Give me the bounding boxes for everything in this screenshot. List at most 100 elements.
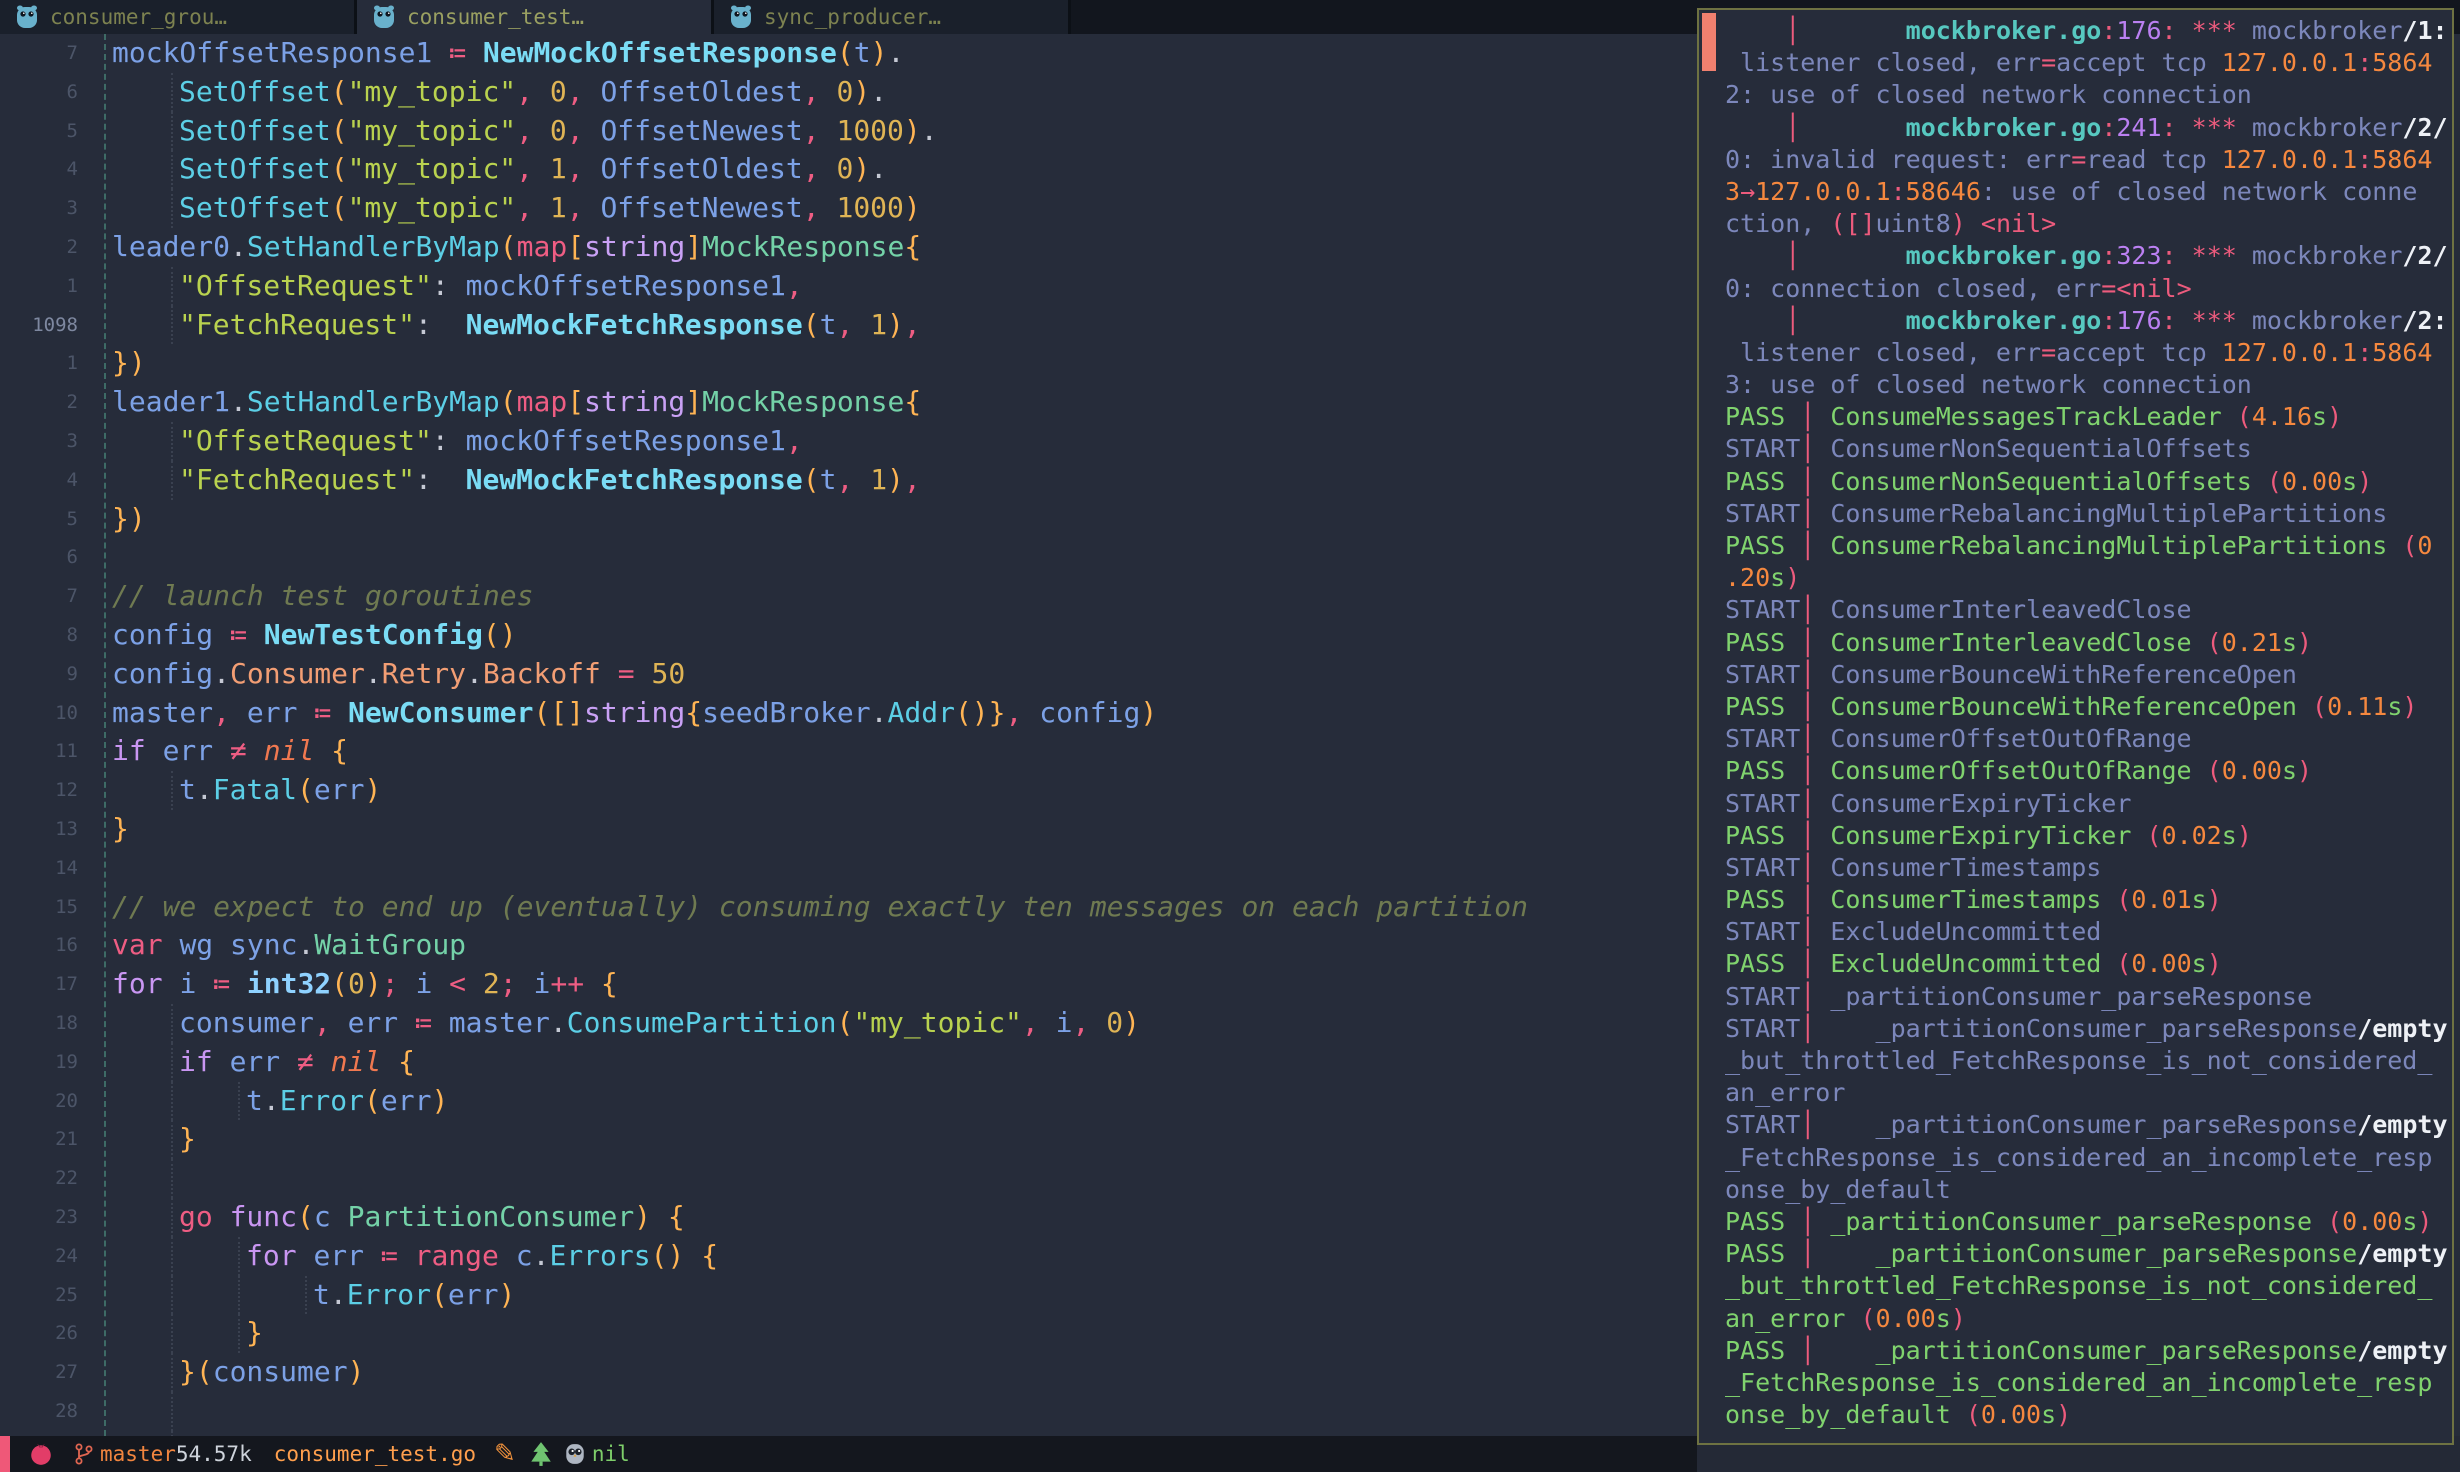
code-line[interactable]: 6SetOffset("my_topic", 0, OffsetOldest, … <box>0 73 1697 112</box>
code-line[interactable]: 16var wg sync.WaitGroup <box>0 926 1697 965</box>
app-window: consumer_grou… consumer_test… sync_produ… <box>0 0 2460 1472</box>
code-line[interactable]: 3"OffsetRequest": mockOffsetResponse1, <box>0 422 1697 461</box>
terminal-line: onse_by_default <box>1725 1174 2452 1206</box>
indent-guide <box>238 1276 240 1315</box>
line-number: 16 <box>0 926 96 965</box>
code-line[interactable]: 19if err ≠ nil { <box>0 1043 1697 1082</box>
code-line[interactable]: 17for i ≔ int32(0); i < 2; i++ { <box>0 965 1697 1004</box>
code-line[interactable]: 18consumer, err ≔ master.ConsumePartitio… <box>0 1004 1697 1043</box>
code-line[interactable]: 13} <box>0 810 1697 849</box>
indent-guide <box>171 1237 173 1276</box>
indent-guide <box>238 1314 240 1353</box>
line-body: } <box>96 810 1697 849</box>
code-text: if err ≠ nil { <box>96 732 1697 771</box>
terminal-line: START│ ConsumerExpiryTicker <box>1725 788 2452 820</box>
line-body: t.Fatal(err) <box>96 771 1697 810</box>
git-branch-name: master <box>100 1442 176 1466</box>
line-number: 6 <box>0 73 96 112</box>
code-line[interactable]: 27}(consumer) <box>0 1353 1697 1392</box>
terminal-line: PASS │ ConsumerInterleavedClose (0.21s) <box>1725 627 2452 659</box>
terminal-panel[interactable]: │ mockbroker.go:176: *** mockbroker/1: l… <box>1697 8 2454 1445</box>
gopher-icon <box>730 5 752 29</box>
line-body: } <box>96 1120 1697 1159</box>
code-line[interactable]: 3SetOffset("my_topic", 1, OffsetNewest, … <box>0 189 1697 228</box>
line-body: } <box>96 1314 1697 1353</box>
code-line[interactable]: 1}) <box>0 344 1697 383</box>
code-text: }(consumer) <box>96 1353 1697 1392</box>
code-line[interactable]: 26} <box>0 1314 1697 1353</box>
code-line[interactable]: 1"OffsetRequest": mockOffsetResponse1, <box>0 267 1697 306</box>
code-line[interactable]: 22 <box>0 1159 1697 1198</box>
line-body: if err ≠ nil { <box>96 1043 1697 1082</box>
code-text: leader1.SetHandlerByMap(map[string]MockR… <box>96 383 1697 422</box>
code-line[interactable]: 14 <box>0 849 1697 888</box>
code-text: t.Error(err) <box>96 1276 1697 1315</box>
line-number: 17 <box>0 965 96 1004</box>
tab-sync-producer[interactable]: sync_producer… <box>714 0 1071 34</box>
tab-consumer-group[interactable]: consumer_grou… <box>0 0 357 34</box>
line-body: master, err ≔ NewConsumer([]string{seedB… <box>96 694 1697 733</box>
line-number: 2 <box>0 383 96 422</box>
code-line[interactable]: 24for err ≔ range c.Errors() { <box>0 1237 1697 1276</box>
terminal-line: PASS │ ConsumerTimestamps (0.01s) <box>1725 884 2452 916</box>
terminal-line: listener closed, err=accept tcp 127.0.0.… <box>1725 337 2452 369</box>
code-line[interactable]: 4"FetchRequest": NewMockFetchResponse(t,… <box>0 461 1697 500</box>
code-line[interactable]: 11if err ≠ nil { <box>0 732 1697 771</box>
code-line[interactable]: 10master, err ≔ NewConsumer([]string{see… <box>0 694 1697 733</box>
terminal-line: START│ ConsumerNonSequentialOffsets <box>1725 433 2452 465</box>
line-body: SetOffset("my_topic", 1, OffsetNewest, 1… <box>96 189 1697 228</box>
terminal-line: listener closed, err=accept tcp 127.0.0.… <box>1725 47 2452 79</box>
indent-guide <box>171 1082 173 1121</box>
status-filename: consumer_test.go <box>274 1442 476 1466</box>
code-line[interactable]: 8config ≔ NewTestConfig() <box>0 616 1697 655</box>
tab-consumer-test[interactable]: consumer_test… <box>357 0 714 34</box>
code-line[interactable]: 7// launch test goroutines <box>0 577 1697 616</box>
code-line[interactable]: 15// we expect to end up (eventually) co… <box>0 888 1697 927</box>
code-text: // we expect to end up (eventually) cons… <box>96 888 1697 927</box>
code-text: master, err ≔ NewConsumer([]string{seedB… <box>96 694 1697 733</box>
code-text: SetOffset("my_topic", 1, OffsetNewest, 1… <box>96 189 1697 228</box>
terminal-line: 0: connection closed, err=<nil> <box>1725 273 2452 305</box>
code-line[interactable]: 20t.Error(err) <box>0 1082 1697 1121</box>
code-line[interactable]: 28 <box>0 1392 1697 1431</box>
line-number: 26 <box>0 1314 96 1353</box>
code-line[interactable]: 5SetOffset("my_topic", 0, OffsetNewest, … <box>0 112 1697 151</box>
line-body: "OffsetRequest": mockOffsetResponse1, <box>96 422 1697 461</box>
line-body: leader1.SetHandlerByMap(map[string]MockR… <box>96 383 1697 422</box>
code-line[interactable]: 7mockOffsetResponse1 ≔ NewMockOffsetResp… <box>0 34 1697 73</box>
line-number: 2 <box>0 228 96 267</box>
code-text: mockOffsetResponse1 ≔ NewMockOffsetRespo… <box>96 34 1697 73</box>
code-line[interactable]: 23go func(c PartitionConsumer) { <box>0 1198 1697 1237</box>
code-editor[interactable]: 7 mockOffsetResponse1 ≔ NewMockOffsetResp… <box>0 34 1697 1436</box>
terminal-line: PASS │ ConsumerRebalancingMultiplePartit… <box>1725 530 2452 562</box>
tab-label: consumer_test… <box>407 5 584 29</box>
line-number: 21 <box>0 1120 96 1159</box>
line-body <box>96 538 1697 577</box>
indent-guide <box>238 1082 240 1121</box>
line-number: 3 <box>0 189 96 228</box>
code-line[interactable]: 12t.Fatal(err) <box>0 771 1697 810</box>
code-line[interactable]: 21} <box>0 1120 1697 1159</box>
terminal-line: PASS │ _partitionConsumer_parseResponse/… <box>1725 1238 2452 1270</box>
code-line[interactable]: 2leader1.SetHandlerByMap(map[string]Mock… <box>0 383 1697 422</box>
code-line[interactable]: 2leader0.SetHandlerByMap(map[string]Mock… <box>0 228 1697 267</box>
line-body: SetOffset("my_topic", 0, OffsetOldest, 0… <box>96 73 1697 112</box>
line-number: 5 <box>0 112 96 151</box>
line-body: SetOffset("my_topic", 1, OffsetOldest, 0… <box>96 150 1697 189</box>
code-line[interactable]: 1098"FetchRequest": NewMockFetchResponse… <box>0 306 1697 345</box>
indent-guide <box>171 306 173 345</box>
code-line[interactable]: 9config.Consumer.Retry.Backoff = 50 <box>0 655 1697 694</box>
terminal-line: _FetchResponse_is_considered_an_incomple… <box>1725 1367 2452 1399</box>
indent-guide <box>171 1159 173 1198</box>
code-line[interactable]: 6 <box>0 538 1697 577</box>
scrollbar-thumb[interactable] <box>1702 13 1716 71</box>
code-line[interactable]: 4SetOffset("my_topic", 1, OffsetOldest, … <box>0 150 1697 189</box>
file-size-count: 54.57k <box>176 1442 252 1466</box>
line-body: "FetchRequest": NewMockFetchResponse(t, … <box>96 461 1697 500</box>
code-line[interactable]: 5}) <box>0 500 1697 539</box>
terminal-line: START│ _partitionConsumer_parseResponse/… <box>1725 1109 2452 1141</box>
code-line[interactable]: 25t.Error(err) <box>0 1276 1697 1315</box>
tree-icon <box>530 1441 552 1467</box>
line-number: 7 <box>0 577 96 616</box>
terminal-line: .20s) <box>1725 562 2452 594</box>
